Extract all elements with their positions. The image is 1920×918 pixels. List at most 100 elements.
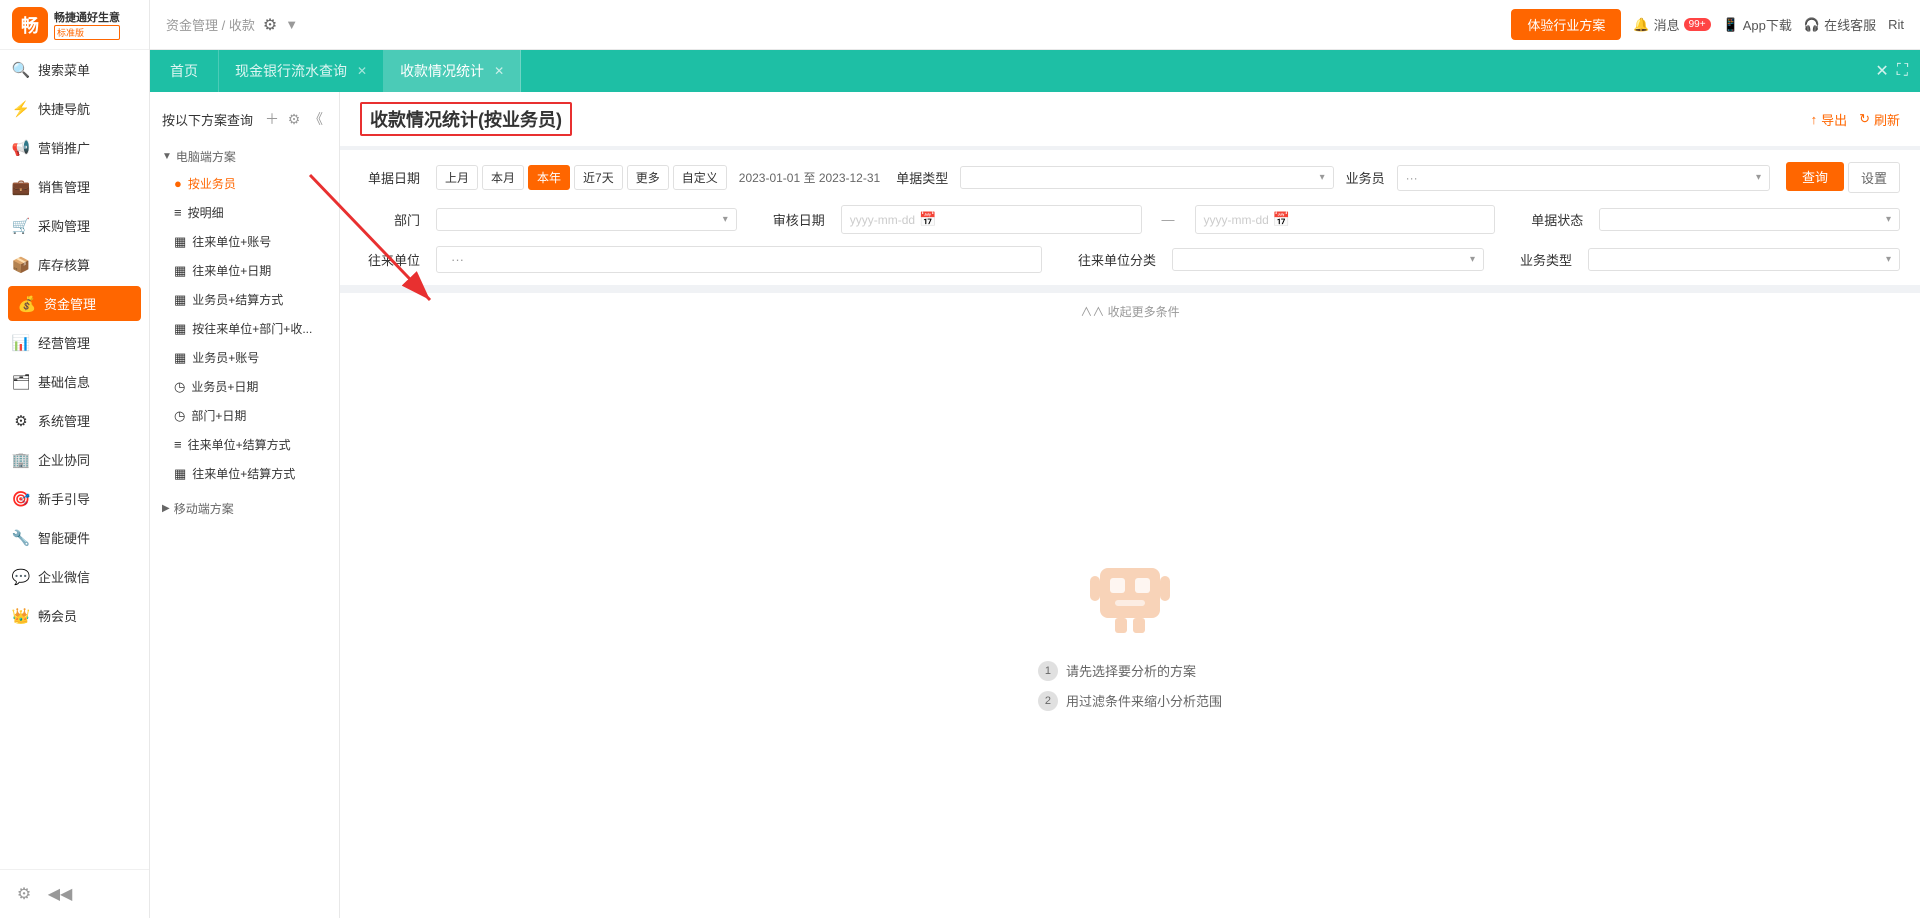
partner-cat-arrow-icon: ▾ bbox=[1470, 254, 1475, 265]
date-btn-this-year[interactable]: 本年 bbox=[528, 165, 570, 190]
date-btn-7days[interactable]: 近7天 bbox=[574, 165, 623, 190]
settings-scheme-icon[interactable]: ⚙ bbox=[283, 108, 305, 130]
panel-header: 按以下方案查询 ＋ ⚙ 《 bbox=[150, 104, 339, 140]
base-info-icon: 🗂 bbox=[12, 373, 30, 391]
audit-date-from[interactable]: yyyy-mm-dd 📅 bbox=[841, 205, 1142, 234]
sidebar-item-guide[interactable]: 🎯 新手引导 bbox=[0, 479, 149, 518]
desktop-scheme-group: ▼ 电脑端方案 ● 按业务员 ≡ 按明细 ▦ 往来单位+账号 bbox=[150, 140, 339, 492]
add-scheme-icon[interactable]: ＋ bbox=[261, 108, 283, 130]
logo-text: 畅捷通好生意 标准版 bbox=[54, 9, 120, 40]
doc-type-select[interactable]: ▾ bbox=[960, 166, 1333, 189]
collapse-sidebar-icon[interactable]: ◀◀ bbox=[46, 880, 74, 908]
sidebar-item-sales[interactable]: 💼 销售管理 bbox=[0, 167, 149, 206]
scheme-item-salesperson-account[interactable]: ▦ 业务员+账号 bbox=[150, 343, 339, 372]
sidebar-item-base-info[interactable]: 🗂 基础信息 bbox=[0, 362, 149, 401]
user-avatar[interactable]: Rit bbox=[1888, 17, 1904, 32]
collapse-bar[interactable]: ∧∧ 收起更多条件 bbox=[340, 293, 1920, 330]
dropdown-icon[interactable]: ▼ bbox=[285, 17, 298, 32]
partner-select[interactable]: ··· bbox=[436, 246, 1042, 273]
expand-arrow-icon: ▼ bbox=[162, 151, 172, 162]
sidebar-item-operations[interactable]: 📊 经营管理 bbox=[0, 323, 149, 362]
sidebar-item-finance[interactable]: 💰 资金管理 bbox=[8, 286, 141, 321]
filter-panel: 单据日期 上月 本月 本年 近7天 更多 自定义 2023-01-01 至 20… bbox=[340, 150, 1920, 285]
dept-date-icon: ◷ bbox=[174, 408, 185, 424]
empty-tip-1: 1 请先选择要分析的方案 bbox=[1038, 661, 1222, 681]
date-btn-last-month[interactable]: 上月 bbox=[436, 165, 478, 190]
date-btn-more[interactable]: 更多 bbox=[627, 165, 669, 190]
partner-settle1-icon: ≡ bbox=[174, 437, 182, 452]
settings-footer-icon[interactable]: ⚙ bbox=[10, 880, 38, 908]
tab-close-receipts[interactable]: ✕ bbox=[494, 64, 504, 78]
member-icon: 👑 bbox=[12, 607, 30, 625]
date-btn-this-month[interactable]: 本月 bbox=[482, 165, 524, 190]
query-button[interactable]: 查询 bbox=[1786, 162, 1844, 191]
tab-bar: 首页 现金银行流水查询 ✕ 收款情况统计 ✕ ✕ ⛶ bbox=[150, 50, 1920, 92]
biz-type-select[interactable]: ▾ bbox=[1588, 248, 1900, 271]
tab-home[interactable]: 首页 bbox=[150, 50, 219, 92]
scheme-item-dept-date[interactable]: ◷ 部门+日期 bbox=[150, 401, 339, 430]
smart-hw-icon: 🔧 bbox=[12, 529, 30, 547]
messages-button[interactable]: 🔔 消息 99+ bbox=[1633, 15, 1710, 34]
scheme-item-partner-account[interactable]: ▦ 往来单位+账号 bbox=[150, 227, 339, 256]
doc-type-arrow-icon: ▾ bbox=[1320, 172, 1325, 183]
scheme-item-partner-dept-receipt[interactable]: ▦ 按往来单位+部门+收... bbox=[150, 314, 339, 343]
mobile-scheme-title[interactable]: ▶ 移动端方案 bbox=[150, 496, 339, 521]
partner-category-select[interactable]: ▾ bbox=[1172, 248, 1484, 271]
doc-status-arrow-icon: ▾ bbox=[1886, 214, 1891, 225]
scheme-item-partner-settlement2[interactable]: ▦ 往来单位+结算方式 bbox=[150, 459, 339, 488]
tab-close-bank-flow[interactable]: ✕ bbox=[357, 64, 367, 78]
partner-dept-icon: ▦ bbox=[174, 321, 186, 337]
breadcrumb: 资金管理 / 收款 ⚙ ▼ bbox=[166, 15, 1499, 35]
scheme-item-salesperson-settlement[interactable]: ▦ 业务员+结算方式 bbox=[150, 285, 339, 314]
wechat-icon: 💬 bbox=[12, 568, 30, 586]
main-area: 资金管理 / 收款 ⚙ ▼ 体验行业方案 🔔 消息 99+ 📱 App下载 🎧 … bbox=[150, 0, 1920, 918]
salesperson-arrow-icon: ▾ bbox=[1756, 172, 1761, 183]
audit-date-to[interactable]: yyyy-mm-dd 📅 bbox=[1195, 205, 1496, 234]
settings-button[interactable]: 设置 bbox=[1848, 162, 1900, 193]
tab-bank-flow[interactable]: 现金银行流水查询 ✕ bbox=[219, 50, 384, 92]
tab-maximize-icon[interactable]: ⛶ bbox=[1897, 62, 1908, 80]
sidebar-item-system[interactable]: ⚙ 系统管理 bbox=[0, 401, 149, 440]
app-download-button[interactable]: 📱 App下载 bbox=[1723, 15, 1792, 34]
salesperson-account-icon: ▦ bbox=[174, 350, 186, 366]
tab-close-all-icon[interactable]: ✕ bbox=[1875, 61, 1888, 81]
doc-type-section: 单据类型 ▾ 业务员 ··· ▾ bbox=[896, 165, 1770, 191]
sidebar-item-inventory[interactable]: 📦 库存核算 bbox=[0, 245, 149, 284]
purchase-icon: 🛒 bbox=[12, 217, 30, 235]
sidebar-item-marketing[interactable]: 📢 营销推广 bbox=[0, 128, 149, 167]
calendar-to-icon: 📅 bbox=[1273, 211, 1290, 228]
mobile-scheme-group: ▶ 移动端方案 bbox=[150, 492, 339, 525]
scheme-item-salesperson-date[interactable]: ◷ 业务员+日期 bbox=[150, 372, 339, 401]
desktop-scheme-title[interactable]: ▼ 电脑端方案 bbox=[150, 144, 339, 169]
refresh-button[interactable]: ↻ 刷新 bbox=[1859, 110, 1900, 129]
scheme-item-partner-date[interactable]: ▦ 往来单位+日期 bbox=[150, 256, 339, 285]
active-scheme-icon: ● bbox=[174, 176, 182, 191]
scheme-item-by-salesperson[interactable]: ● 按业务员 bbox=[150, 169, 339, 198]
date-btn-custom[interactable]: 自定义 bbox=[673, 165, 727, 190]
scheme-button[interactable]: 体验行业方案 bbox=[1511, 9, 1621, 40]
refresh-icon: ↻ bbox=[1859, 111, 1870, 127]
online-service-button[interactable]: 🎧 在线客服 bbox=[1804, 15, 1876, 34]
dept-select[interactable]: ▾ bbox=[436, 208, 737, 231]
doc-status-select[interactable]: ▾ bbox=[1599, 208, 1900, 231]
biz-type-arrow-icon: ▾ bbox=[1886, 254, 1891, 265]
sidebar-item-purchase[interactable]: 🛒 采购管理 bbox=[0, 206, 149, 245]
sidebar-item-member[interactable]: 👑 畅会员 bbox=[0, 596, 149, 635]
sidebar-item-quick-nav[interactable]: ⚡ 快捷导航 bbox=[0, 89, 149, 128]
sidebar-item-smart-hw[interactable]: 🔧 智能硬件 bbox=[0, 518, 149, 557]
page-title: 收款情况统计(按业务员) bbox=[360, 102, 572, 136]
sidebar-item-search[interactable]: 🔍 搜索菜单 bbox=[0, 50, 149, 89]
empty-illustration bbox=[1080, 538, 1180, 641]
collapse-panel-icon[interactable]: 《 bbox=[305, 108, 327, 130]
scheme-item-by-detail[interactable]: ≡ 按明细 bbox=[150, 198, 339, 227]
export-button[interactable]: ↑ 导出 bbox=[1811, 110, 1848, 129]
scheme-item-partner-settlement1[interactable]: ≡ 往来单位+结算方式 bbox=[150, 430, 339, 459]
export-icon: ↑ bbox=[1811, 112, 1818, 127]
tab-receipts[interactable]: 收款情况统计 ✕ bbox=[384, 50, 521, 92]
partner-account-icon: ▦ bbox=[174, 234, 186, 250]
header-gear-icon[interactable]: ⚙ bbox=[263, 15, 277, 35]
sidebar-item-enterprise[interactable]: 🏢 企业协同 bbox=[0, 440, 149, 479]
salesperson-select[interactable]: ··· ▾ bbox=[1397, 165, 1770, 191]
doc-status-label: 单据状态 bbox=[1531, 210, 1583, 229]
sidebar-item-wechat[interactable]: 💬 企业微信 bbox=[0, 557, 149, 596]
